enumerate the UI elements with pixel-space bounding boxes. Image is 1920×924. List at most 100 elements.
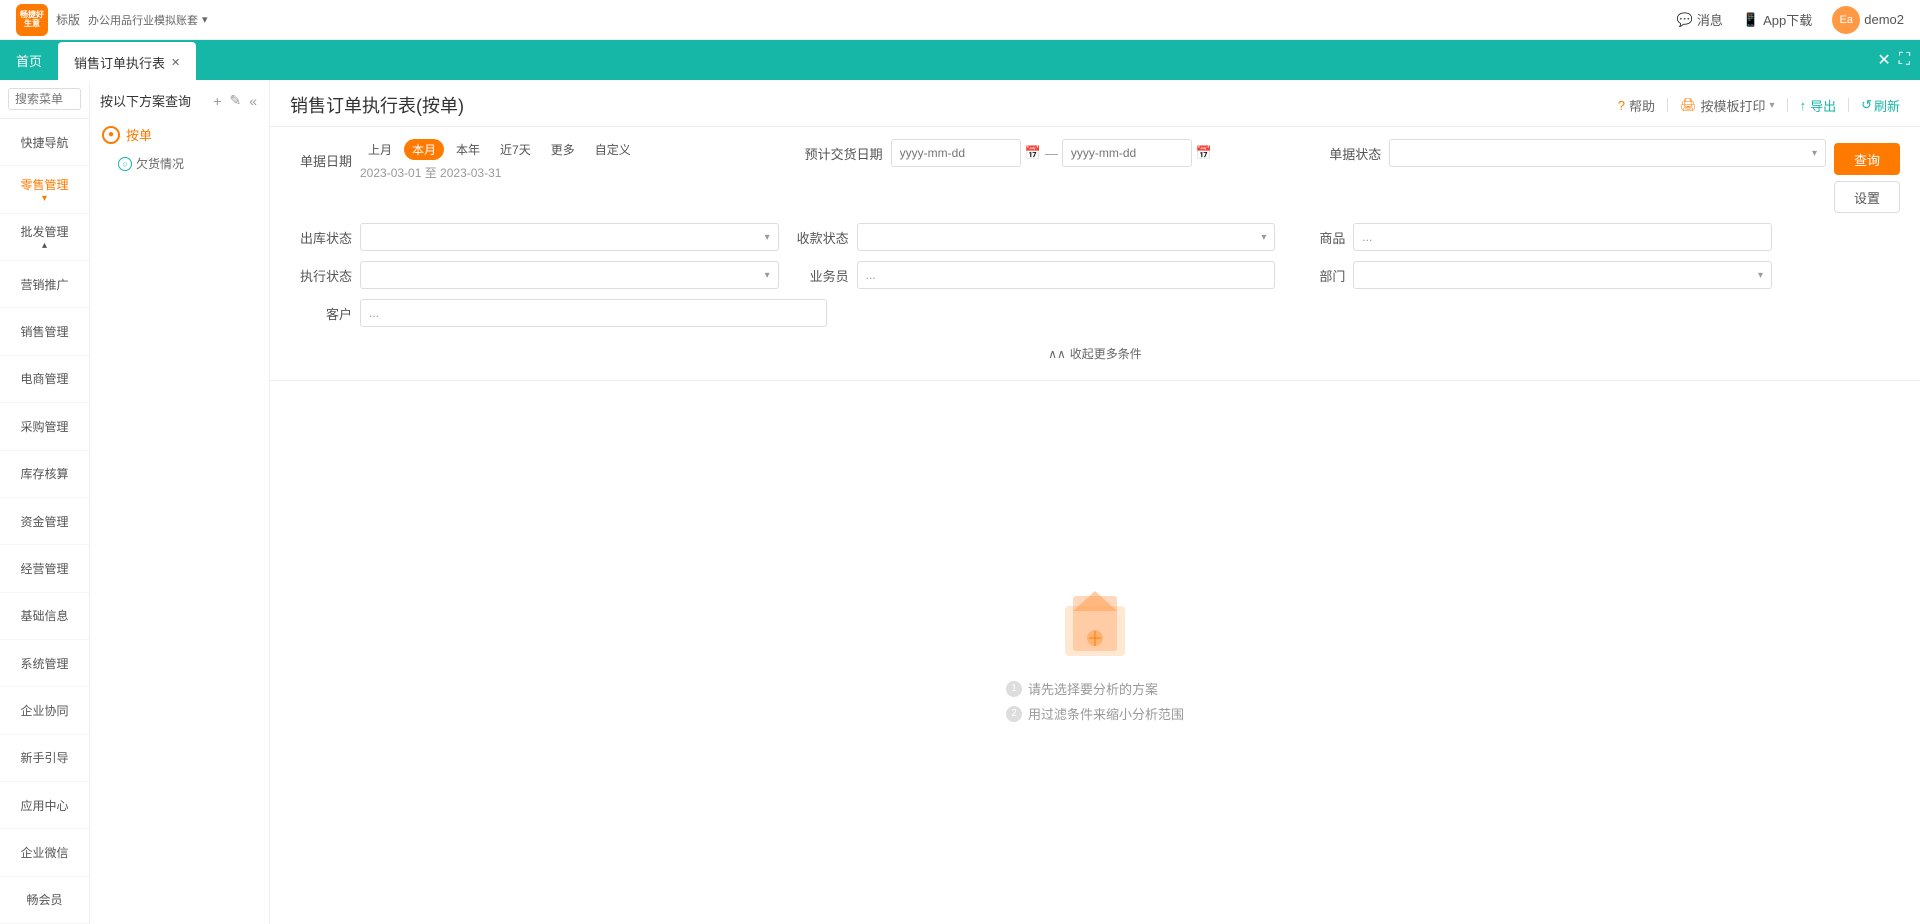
empty-state: 1 请先选择要分析的方案 2 用过滤条件来缩小分析范围 <box>270 381 1920 924</box>
setting-btn[interactable]: 设置 <box>1834 181 1900 213</box>
sales-label: 销售管理 <box>20 323 68 340</box>
page-selector[interactable]: 办公用品行业模拟账套 ▾ <box>88 12 208 28</box>
sidebar-item-basic[interactable]: 基础信息 <box>0 593 89 640</box>
ship-status-label: 出库状态 <box>290 228 360 247</box>
edit-scheme-btn[interactable]: ✎ <box>227 90 243 111</box>
search-input[interactable] <box>8 88 81 110</box>
empty-illustration <box>1045 576 1145 679</box>
message-btn[interactable]: 💬 消息 <box>1677 10 1723 29</box>
content-area: 按以下方案查询 + ✎ « ● 按单 ○ 欠货情况 销售订单执行表(按单) <box>90 80 1920 924</box>
date-range-display: 2023-03-01 至 2023-03-31 <box>360 164 639 181</box>
sub-item-shortage[interactable]: ○ 欠货情况 <box>90 150 269 177</box>
basic-label: 基础信息 <box>20 607 68 624</box>
ship-status-select[interactable] <box>360 223 779 251</box>
sidebar-item-system[interactable]: 系统管理 <box>0 640 89 687</box>
refresh-btn[interactable]: ↺ 刷新 <box>1861 96 1900 115</box>
collapse-filter-btn[interactable]: ∧∧ 收起更多条件 <box>1042 339 1148 368</box>
date-tab-more[interactable]: 更多 <box>543 139 583 160</box>
date-tab-this-year[interactable]: 本年 <box>448 139 488 160</box>
search-btn[interactable]: 查询 <box>1834 143 1900 175</box>
tab-bar: 首页 销售订单执行表 ✕ ✕ ⛶ <box>0 40 1920 80</box>
marketing-label: 营销推广 <box>20 276 68 293</box>
tab-close-icon[interactable]: ✕ <box>171 56 180 69</box>
sidebar-item-inventory[interactable]: 库存核算 <box>0 451 89 498</box>
collapse-panel-btn[interactable]: « <box>247 90 259 111</box>
dept-select[interactable] <box>1353 261 1772 289</box>
download-btn[interactable]: 📱 App下载 <box>1743 10 1812 29</box>
tab-close-all-btn[interactable]: ✕ <box>1877 50 1890 70</box>
date-label: 单据日期 <box>290 151 360 170</box>
inventory-label: 库存核算 <box>20 465 68 482</box>
sidebar-item-retail[interactable]: 零售管理 ▾ <box>0 166 89 213</box>
start-date-icon[interactable]: 📅 <box>1025 145 1041 161</box>
print-icon: 🖨 <box>1680 97 1697 113</box>
sidebar-item-finance[interactable]: 资金管理 <box>0 498 89 545</box>
date-separator: — <box>1045 146 1058 161</box>
sidebar-item-app-center[interactable]: 应用中心 <box>0 782 89 829</box>
tab-expand-btn[interactable]: ⛶ <box>1899 50 1910 70</box>
help-label: 帮助 <box>1629 96 1655 115</box>
logo: 畅捷好生意 <box>16 4 48 36</box>
top-bar: 畅捷好生意 标版 办公用品行业模拟账套 ▾ 💬 消息 📱 App下载 Ea de… <box>0 0 1920 40</box>
sidebar-item-enterprise[interactable]: 企业协同 <box>0 687 89 734</box>
scheme-label: 按单 <box>126 125 152 144</box>
tab-home[interactable]: 首页 <box>0 40 58 80</box>
divider-3 <box>1848 98 1849 112</box>
print-btn[interactable]: 🖨 按模板打印 ▾ <box>1680 96 1775 115</box>
sidebar-item-guide[interactable]: 新手引导 <box>0 735 89 782</box>
main-layout: 快捷导航 零售管理 ▾ 批发管理 ▴ 营销推广 销售管理 电商管理 采购管理 库… <box>0 80 1920 924</box>
date-tab-custom[interactable]: 自定义 <box>587 139 639 160</box>
status-select[interactable] <box>1389 139 1826 167</box>
customer-more-icon: ... <box>369 306 379 320</box>
date-tab-this-month[interactable]: 本月 <box>404 139 444 160</box>
sidebar-item-wholesale[interactable]: 批发管理 ▴ <box>0 214 89 261</box>
sidebar-item-wechat[interactable]: 企业微信 <box>0 829 89 876</box>
salesperson-input[interactable]: ... <box>857 261 1276 289</box>
exec-status-select[interactable] <box>360 261 779 289</box>
search-actions: 查询 设置 <box>1834 139 1900 213</box>
sidebar-item-operations[interactable]: 经营管理 <box>0 545 89 592</box>
hint-text-1: 请先选择要分析的方案 <box>1028 679 1158 698</box>
left-panel-header: 按以下方案查询 + ✎ « <box>90 90 269 119</box>
add-scheme-btn[interactable]: + <box>211 90 223 111</box>
page-header: 销售订单执行表(按单) ? 帮助 🖨 按模板打印 ▾ ↑ <box>270 80 1920 127</box>
customer-input[interactable]: ... <box>360 299 827 327</box>
enterprise-label: 企业协同 <box>20 702 68 719</box>
sidebar-item-ecommerce[interactable]: 电商管理 <box>0 356 89 403</box>
scheme-item-order[interactable]: ● 按单 <box>90 119 269 150</box>
help-btn[interactable]: ? 帮助 <box>1618 96 1655 115</box>
system-label: 系统管理 <box>20 655 68 672</box>
export-btn[interactable]: ↑ 导出 <box>1800 96 1837 115</box>
hint-item-1: 1 请先选择要分析的方案 <box>1006 679 1184 698</box>
tab-bar-actions: ✕ ⛶ <box>1877 50 1910 70</box>
scheme-active-icon: ● <box>102 126 120 144</box>
export-icon: ↑ <box>1800 98 1807 113</box>
user-menu[interactable]: Ea demo2 <box>1832 6 1904 34</box>
quick-nav-label: 快捷导航 <box>20 134 68 151</box>
date-range-text: 2023-03-01 至 2023-03-31 <box>360 164 501 181</box>
tab-sales-order[interactable]: 销售订单执行表 ✕ <box>58 42 196 82</box>
date-tab-7days[interactable]: 近7天 <box>492 139 539 160</box>
exec-status-label: 执行状态 <box>290 266 360 285</box>
sidebar-item-purchase[interactable]: 采购管理 <box>0 403 89 450</box>
sidebar-item-marketing[interactable]: 营销推广 <box>0 261 89 308</box>
sidebar-item-quick-nav[interactable]: 快捷导航 <box>0 119 89 166</box>
end-date-icon[interactable]: 📅 <box>1196 145 1212 161</box>
goods-input[interactable]: ... <box>1353 223 1772 251</box>
expected-date-group: 📅 — 📅 <box>891 139 1212 167</box>
hint-item-2: 2 用过滤条件来缩小分析范围 <box>1006 704 1184 723</box>
wholesale-arrow: ▴ <box>42 240 47 251</box>
date-tab-last-month[interactable]: 上月 <box>360 139 400 160</box>
sidebar-item-sales[interactable]: 销售管理 <box>0 308 89 355</box>
empty-hints: 1 请先选择要分析的方案 2 用过滤条件来缩小分析范围 <box>1006 679 1184 729</box>
end-date-input[interactable] <box>1062 139 1192 167</box>
goods-label: 商品 <box>1283 228 1353 247</box>
hint-num-2: 2 <box>1006 706 1022 722</box>
sidebar: 快捷导航 零售管理 ▾ 批发管理 ▴ 营销推广 销售管理 电商管理 采购管理 库… <box>0 80 90 924</box>
receipt-status-select[interactable] <box>857 223 1276 251</box>
wechat-label: 企业微信 <box>20 844 68 861</box>
left-panel-actions: + ✎ « <box>211 90 259 111</box>
sub-item-label: 欠货情况 <box>136 155 184 172</box>
sidebar-item-member[interactable]: 畅会员 <box>0 877 89 924</box>
start-date-input[interactable] <box>891 139 1021 167</box>
